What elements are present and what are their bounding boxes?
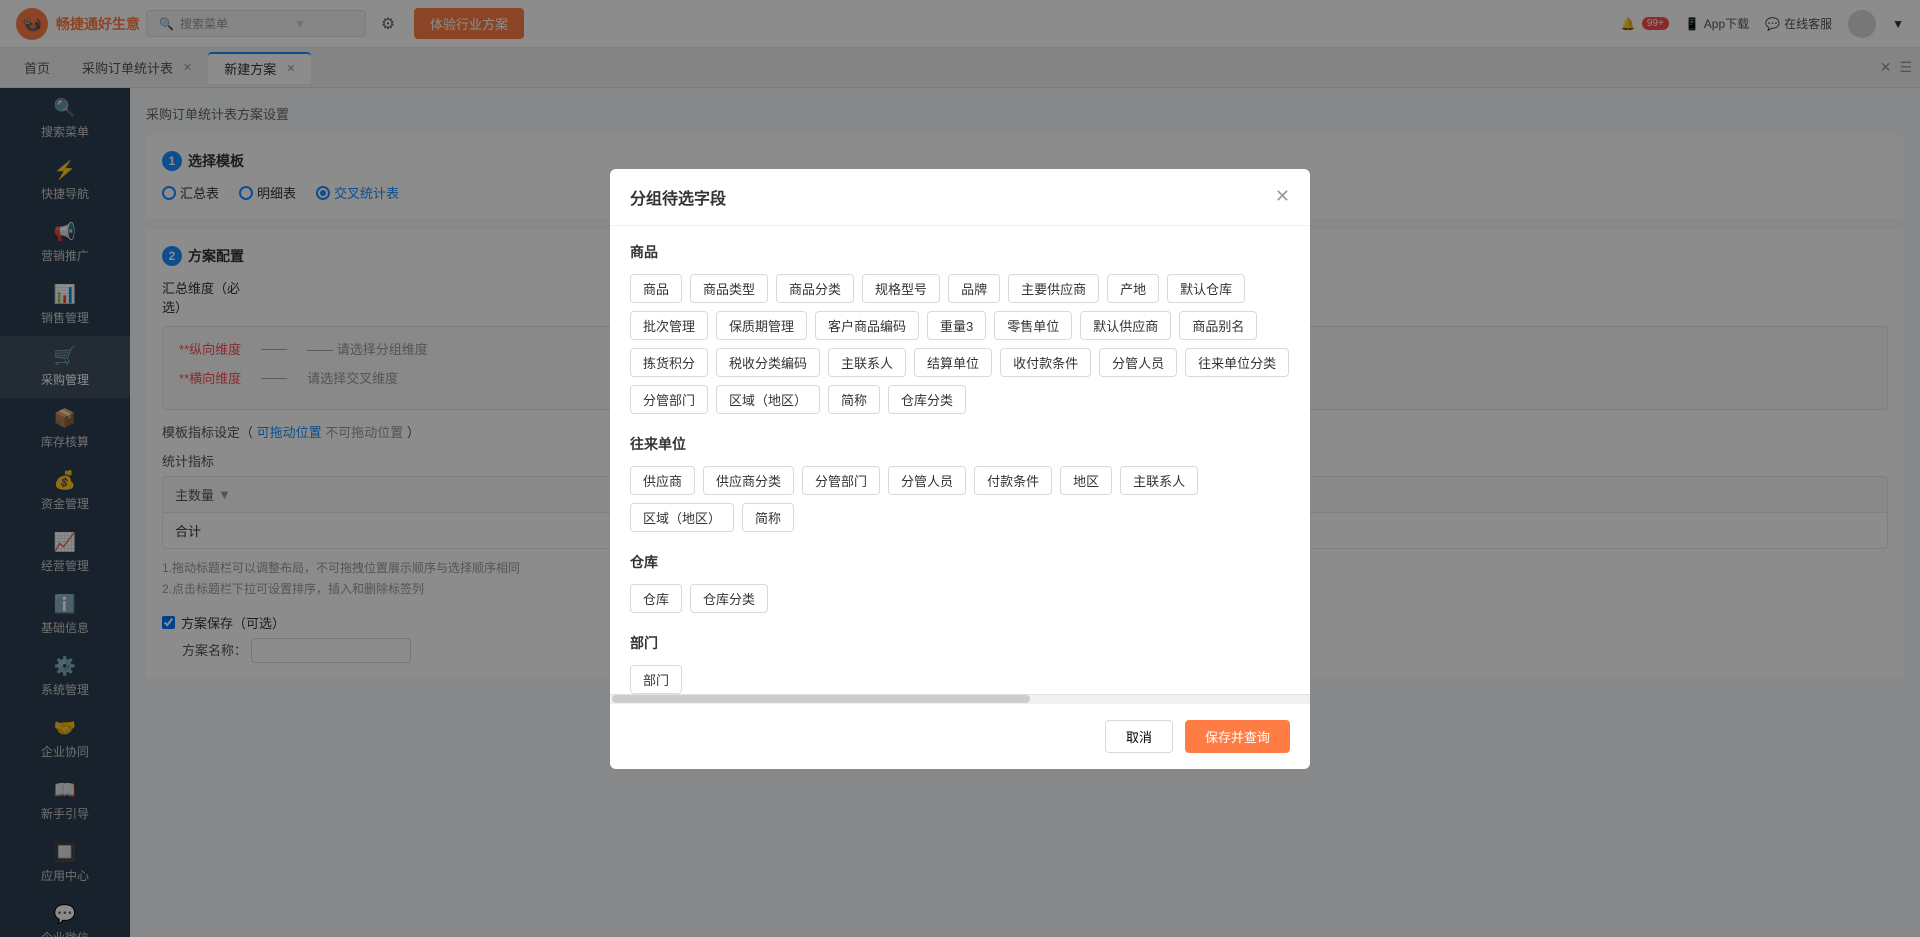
tag-product[interactable]: 商品 bbox=[630, 274, 682, 303]
tag-spec-model[interactable]: 规格型号 bbox=[862, 274, 940, 303]
tag-expiry-mgmt[interactable]: 保质期管理 bbox=[716, 311, 807, 340]
tag-batch-mgmt[interactable]: 批次管理 bbox=[630, 311, 708, 340]
section-department: 部门 部门 bbox=[630, 633, 1290, 694]
tag-pick-points[interactable]: 拣货积分 bbox=[630, 348, 708, 377]
hscroll-thumb[interactable] bbox=[612, 695, 1030, 703]
modal-overlay: 分组待选字段 ✕ 商品 商品 商品类型 商品分类 规格型号 品牌 主要供应商 产… bbox=[0, 0, 1920, 937]
tag-supervisor[interactable]: 分管人员 bbox=[1099, 348, 1177, 377]
tag-warehouse-category[interactable]: 仓库分类 bbox=[690, 584, 768, 613]
tag-customer-product-code[interactable]: 客户商品编码 bbox=[815, 311, 919, 340]
section-warehouse-tags: 仓库 仓库分类 bbox=[630, 584, 1290, 613]
modal-title: 分组待选字段 bbox=[630, 185, 726, 209]
tag-brand[interactable]: 品牌 bbox=[948, 274, 1000, 303]
tag-warehouse-cat-product[interactable]: 仓库分类 bbox=[888, 385, 966, 414]
tag-product-category[interactable]: 商品分类 bbox=[776, 274, 854, 303]
modal-close-button[interactable]: ✕ bbox=[1275, 186, 1290, 207]
tag-payment-terms[interactable]: 收付款条件 bbox=[1000, 348, 1091, 377]
tag-main-supplier[interactable]: 主要供应商 bbox=[1008, 274, 1099, 303]
tag-region-area-partner[interactable]: 区域（地区） bbox=[630, 503, 734, 532]
tag-supplier[interactable]: 供应商 bbox=[630, 466, 695, 495]
modal-footer: 取消 保存并查询 bbox=[610, 703, 1310, 769]
tag-weight3[interactable]: 重量3 bbox=[927, 311, 986, 340]
field-selection-modal: 分组待选字段 ✕ 商品 商品 商品类型 商品分类 规格型号 品牌 主要供应商 产… bbox=[610, 169, 1310, 769]
cancel-button[interactable]: 取消 bbox=[1105, 720, 1173, 753]
tag-settlement-unit[interactable]: 结算单位 bbox=[914, 348, 992, 377]
section-department-tags: 部门 bbox=[630, 665, 1290, 694]
section-warehouse: 仓库 仓库 仓库分类 bbox=[630, 552, 1290, 613]
section-product: 商品 商品 商品类型 商品分类 规格型号 品牌 主要供应商 产地 默认仓库 批次… bbox=[630, 242, 1290, 414]
tag-managing-dept[interactable]: 分管部门 bbox=[630, 385, 708, 414]
tag-payment-condition[interactable]: 付款条件 bbox=[974, 466, 1052, 495]
section-product-tags: 商品 商品类型 商品分类 规格型号 品牌 主要供应商 产地 默认仓库 批次管理 … bbox=[630, 274, 1290, 414]
tag-tax-code[interactable]: 税收分类编码 bbox=[716, 348, 820, 377]
tag-supplier-category[interactable]: 供应商分类 bbox=[703, 466, 794, 495]
section-partner: 往来单位 供应商 供应商分类 分管部门 分管人员 付款条件 地区 主联系人 区域… bbox=[630, 434, 1290, 532]
tag-department[interactable]: 部门 bbox=[630, 665, 682, 694]
tag-origin[interactable]: 产地 bbox=[1107, 274, 1159, 303]
section-department-title: 部门 bbox=[630, 633, 1290, 653]
section-warehouse-title: 仓库 bbox=[630, 552, 1290, 572]
tag-default-supplier[interactable]: 默认供应商 bbox=[1080, 311, 1171, 340]
tag-managing-dept-partner[interactable]: 分管部门 bbox=[802, 466, 880, 495]
tag-managing-person-partner[interactable]: 分管人员 bbox=[888, 466, 966, 495]
modal-body: 商品 商品 商品类型 商品分类 规格型号 品牌 主要供应商 产地 默认仓库 批次… bbox=[610, 226, 1310, 694]
tag-product-alias[interactable]: 商品别名 bbox=[1179, 311, 1257, 340]
tag-region-product[interactable]: 区域（地区） bbox=[716, 385, 820, 414]
tag-short-name-product[interactable]: 简称 bbox=[828, 385, 880, 414]
tag-retail-unit[interactable]: 零售单位 bbox=[994, 311, 1072, 340]
modal-header: 分组待选字段 ✕ bbox=[610, 169, 1310, 226]
modal-hscroll[interactable] bbox=[610, 694, 1310, 703]
tag-main-contact[interactable]: 主联系人 bbox=[828, 348, 906, 377]
section-product-title: 商品 bbox=[630, 242, 1290, 262]
tag-warehouse[interactable]: 仓库 bbox=[630, 584, 682, 613]
section-partner-tags: 供应商 供应商分类 分管部门 分管人员 付款条件 地区 主联系人 区域（地区） … bbox=[630, 466, 1290, 532]
tag-region-partner[interactable]: 地区 bbox=[1060, 466, 1112, 495]
tag-default-warehouse[interactable]: 默认仓库 bbox=[1167, 274, 1245, 303]
tag-short-name-partner[interactable]: 简称 bbox=[742, 503, 794, 532]
tag-product-type[interactable]: 商品类型 bbox=[690, 274, 768, 303]
save-query-button[interactable]: 保存并查询 bbox=[1185, 720, 1290, 753]
section-partner-title: 往来单位 bbox=[630, 434, 1290, 454]
tag-partner-category[interactable]: 往来单位分类 bbox=[1185, 348, 1289, 377]
tag-main-contact-partner[interactable]: 主联系人 bbox=[1120, 466, 1198, 495]
